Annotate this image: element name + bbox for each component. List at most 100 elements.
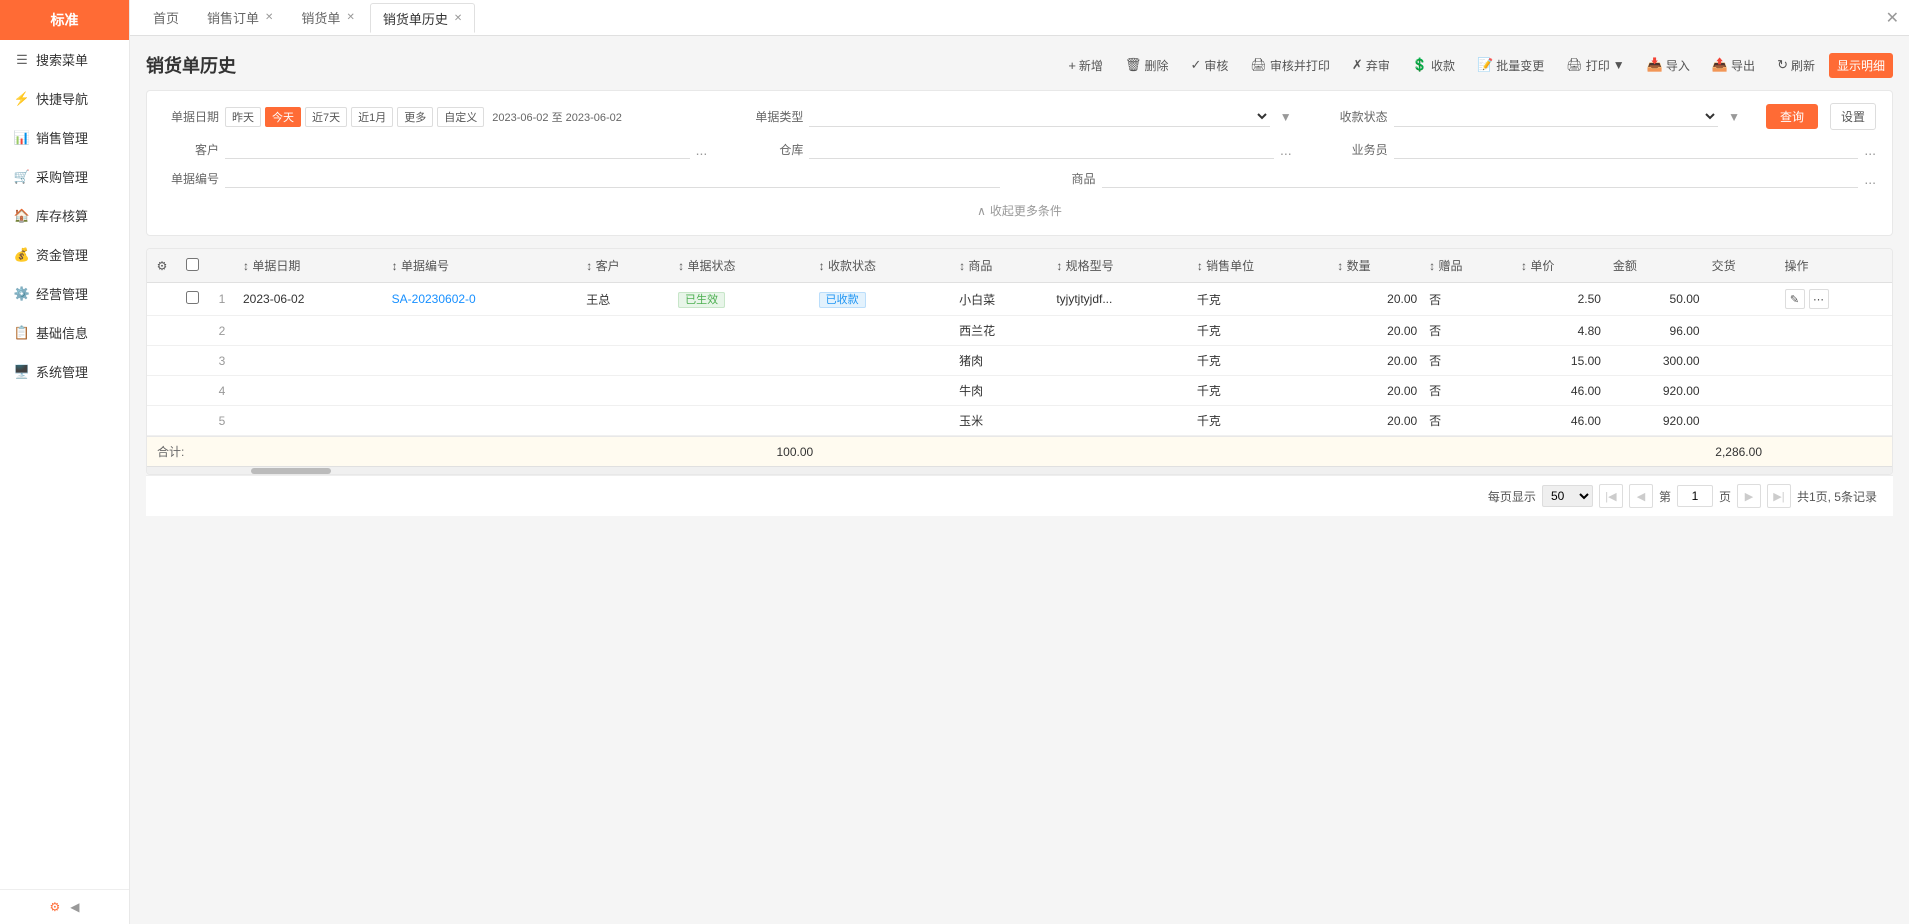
row-doc-number[interactable]: SA-20230602-0 [386,283,581,316]
pagination: 每页显示 50 100 200 |◀ ◀ 第 页 ▶ ▶| 共1页, 5条记录 [146,475,1893,516]
sidebar-item-search-menu[interactable]: ☰ 搜索菜单 [0,40,129,79]
staff-picker-icon[interactable]: ... [1864,142,1876,158]
row-checkbox[interactable] [177,346,207,376]
warehouse-input[interactable] [809,140,1274,159]
scroll-bar[interactable] [147,466,1892,474]
edit-icon[interactable]: ✎ [1785,289,1805,309]
import-button[interactable]: 📥 导入 [1639,53,1698,78]
goods-input[interactable] [1102,169,1859,188]
col-settings[interactable]: ⚙ [147,249,177,283]
main-area: 首页 销售订单 ✕ 销货单 ✕ 销货单历史 ✕ ✕ 销货单历史 + 新增 [130,0,1909,924]
col-payment-status[interactable]: ↕ 收款状态 [813,249,953,283]
settings-icon[interactable]: ⚙ [50,900,61,914]
filter-warehouse: 仓库 ... [747,140,1291,159]
col-gift[interactable]: ↕ 赠品 [1423,249,1515,283]
collect-button[interactable]: 💲 收款 [1404,53,1463,78]
row-settings [147,376,177,406]
window-close-icon[interactable]: ✕ [1886,8,1899,28]
col-sales-unit[interactable]: ↕ 销售单位 [1191,249,1331,283]
row-checkbox[interactable] [177,316,207,346]
tab-close-sales-history[interactable]: ✕ [454,13,462,24]
sidebar-item-system-mgmt[interactable]: 🖥️ 系统管理 [0,352,129,391]
new-button[interactable]: + 新增 [1060,53,1111,78]
settings-button[interactable]: 设置 [1830,103,1876,130]
tab-sales-history[interactable]: 销货单历史 ✕ [370,3,475,33]
sidebar-item-quick-nav[interactable]: ⚡ 快捷导航 [0,79,129,118]
collapse-button[interactable]: ∧ 收起更多条件 [973,198,1066,223]
col-unit-price[interactable]: ↕ 单价 [1515,249,1607,283]
col-quantity[interactable]: ↕ 数量 [1331,249,1423,283]
sidebar-item-sales-mgmt[interactable]: 📊 销售管理 [0,118,129,157]
more-actions-icon[interactable]: ⋯ [1809,289,1829,309]
tab-sales-delivery[interactable]: 销货单 ✕ [288,3,367,33]
row-doc-number[interactable] [386,316,581,346]
col-spec-type[interactable]: ↕ 规格型号 [1050,249,1190,283]
sidebar-item-inventory[interactable]: 🏠 库存核算 [0,196,129,235]
doc-type-select[interactable] [809,106,1269,127]
customer-picker-icon[interactable]: ... [696,142,708,158]
row-doc-number[interactable] [386,376,581,406]
print-button[interactable]: 🖨 打印 ▼ [1558,53,1632,78]
row-goods: 牛肉 [953,376,1050,406]
select-all-checkbox[interactable] [186,258,199,271]
date-btn-yesterday[interactable]: 昨天 [225,107,261,127]
row-customer [580,316,672,346]
tab-close-sales-delivery[interactable]: ✕ [346,12,354,23]
sidebar-item-basic-info[interactable]: 📋 基础信息 [0,313,129,352]
query-button[interactable]: 查询 [1766,104,1818,129]
per-page-select[interactable]: 50 100 200 [1542,485,1593,507]
audit-print-button[interactable]: 🖨 审核并打印 [1242,53,1338,78]
date-btn-today[interactable]: 今天 [265,107,301,127]
delete-button[interactable]: 🗑 删除 [1117,53,1177,78]
row-doc-number[interactable] [386,346,581,376]
abandon-button[interactable]: ✗ 弃审 [1344,53,1398,78]
refresh-button[interactable]: ↻ 刷新 [1769,53,1823,78]
col-customer[interactable]: ↕ 客户 [580,249,672,283]
table-row: 3 猪肉 千克 20.00 否 15.00 300.00 [147,346,1892,376]
warehouse-picker-icon[interactable]: ... [1280,142,1292,158]
sidebar-item-finance-mgmt[interactable]: 💰 资金管理 [0,235,129,274]
row-doc-number[interactable] [386,406,581,436]
export-button[interactable]: 📤 导出 [1704,53,1763,78]
col-doc-date[interactable]: ↕ 单据日期 [237,249,386,283]
tab-close-sales-order[interactable]: ✕ [265,12,273,23]
doc-number-input[interactable] [225,169,1000,188]
next-page-button[interactable]: ▶ [1737,484,1761,508]
batch-change-button[interactable]: 📝 批量变更 [1469,53,1552,78]
date-btn-1month[interactable]: 近1月 [351,107,393,127]
customer-input[interactable] [225,140,690,159]
col-doc-status[interactable]: ↕ 单据状态 [672,249,812,283]
payment-status-select[interactable] [1394,106,1718,127]
sidebar-item-operations-mgmt[interactable]: ⚙️ 经营管理 [0,274,129,313]
row-unit-price: 46.00 [1515,376,1607,406]
operations-mgmt-icon: ⚙️ [14,286,30,302]
first-page-button[interactable]: |◀ [1599,484,1623,508]
staff-input[interactable] [1394,140,1859,159]
scroll-thumb[interactable] [251,468,331,474]
collapse-icon[interactable]: ◀ [70,900,79,914]
row-checkbox[interactable] [177,376,207,406]
delete-icon: 🗑 [1125,57,1142,73]
tab-home[interactable]: 首页 [140,3,192,33]
col-goods[interactable]: ↕ 商品 [953,249,1050,283]
sidebar-label: 经营管理 [36,284,88,303]
audit-button[interactable]: ✓ 审核 [1182,53,1236,78]
sidebar-item-purchase-mgmt[interactable]: 🛒 采购管理 [0,157,129,196]
tab-sales-order[interactable]: 销售订单 ✕ [194,3,286,33]
row-checkbox[interactable] [177,406,207,436]
row-checkbox[interactable] [177,283,207,316]
doc-number-link[interactable]: SA-20230602-0 [392,292,476,306]
goods-picker-icon[interactable]: ... [1864,171,1876,187]
page-number-input[interactable] [1677,485,1713,507]
row-amount: 920.00 [1607,406,1706,436]
col-checkbox[interactable] [177,249,207,283]
row-check[interactable] [186,291,199,304]
date-btn-custom[interactable]: 自定义 [437,107,484,127]
date-btn-more[interactable]: 更多 [397,107,433,127]
display-detail-button[interactable]: 显示明细 [1829,53,1893,78]
prev-page-button[interactable]: ◀ [1629,484,1653,508]
sidebar-label: 搜索菜单 [36,50,88,69]
col-doc-number[interactable]: ↕ 单据编号 [386,249,581,283]
last-page-button[interactable]: ▶| [1767,484,1791,508]
date-btn-7days[interactable]: 近7天 [305,107,347,127]
